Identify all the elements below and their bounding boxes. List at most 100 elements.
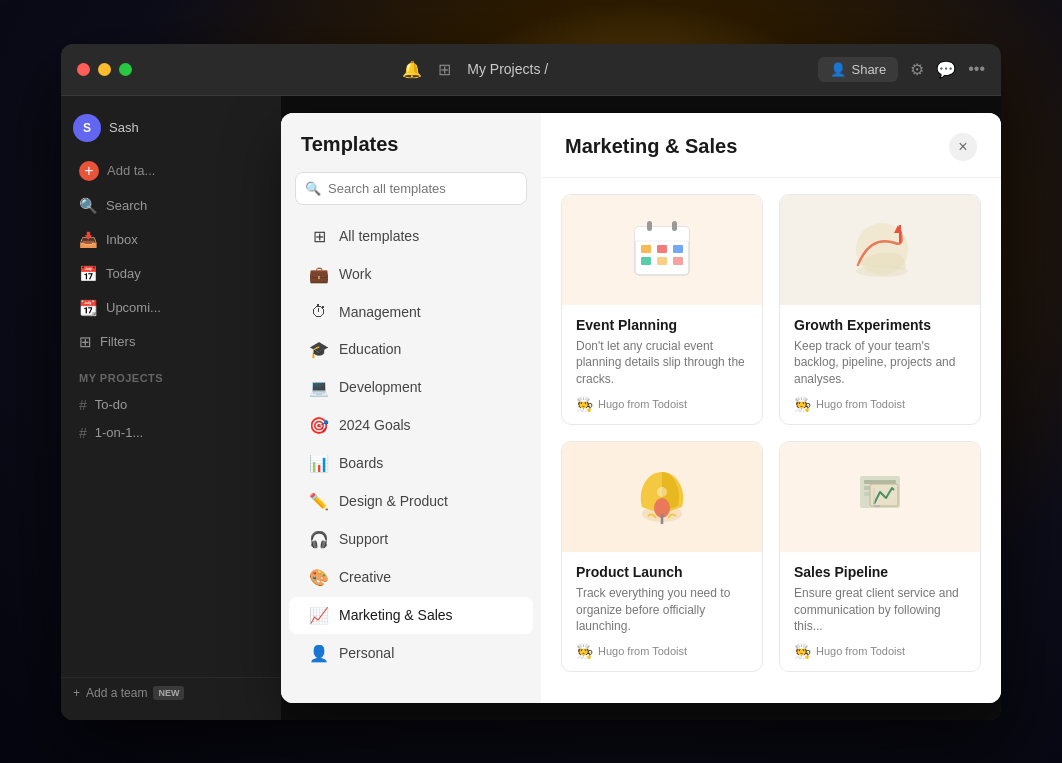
personal-icon: 👤: [309, 644, 329, 663]
card-author-product-launch: 🧑‍🍳 Hugo from Todoist: [576, 643, 748, 659]
app-content: S Sash + Add ta... 🔍 Search 📥 Inbox 📅: [61, 96, 1001, 720]
card-desc-growth-experiments: Keep track of your team's backlog, pipel…: [794, 338, 966, 388]
card-author-growth-experiments: 🧑‍🍳 Hugo from Todoist: [794, 396, 966, 412]
hash-icon: #: [79, 397, 87, 413]
main-content: Templates 🔍 ⊞ All templates: [281, 96, 1001, 720]
author-avatar-icon: 🧑‍🍳: [576, 396, 593, 412]
sidebar-item-search[interactable]: 🔍 Search: [67, 190, 275, 222]
modal-overlay: Templates 🔍 ⊞ All templates: [281, 96, 1001, 720]
add-team-button[interactable]: + Add a team NEW: [73, 686, 269, 700]
modal-header: Marketing & Sales ×: [541, 113, 1001, 178]
author-avatar-icon-2: 🧑‍🍳: [794, 396, 811, 412]
creative-icon: 🎨: [309, 568, 329, 587]
svg-rect-9: [673, 257, 683, 265]
project-item-one-on-one[interactable]: # 1-on-1...: [67, 420, 275, 446]
template-card-product-launch[interactable]: Product Launch Track everything you need…: [561, 441, 763, 672]
modal-right-panel: Marketing & Sales ×: [541, 113, 1001, 703]
search-box: 🔍: [295, 172, 527, 205]
template-card-sales-pipeline[interactable]: Sales Pipeline Ensure great client servi…: [779, 441, 981, 672]
close-traffic-light[interactable]: [77, 63, 90, 76]
close-button[interactable]: ×: [949, 133, 977, 161]
all-templates-icon: ⊞: [309, 227, 329, 246]
svg-rect-11: [672, 221, 677, 231]
card-author-event-planning: 🧑‍🍳 Hugo from Todoist: [576, 396, 748, 412]
card-desc-sales-pipeline: Ensure great client service and communic…: [794, 585, 966, 635]
sidebar-user: S Sash: [61, 108, 281, 148]
add-task-button[interactable]: + Add ta...: [67, 154, 275, 188]
filter-icon[interactable]: ⚙: [910, 60, 924, 79]
card-desc-product-launch: Track everything you need to organize be…: [576, 585, 748, 635]
templates-modal: Templates 🔍 ⊞ All templates: [281, 113, 1001, 703]
card-title-growth-experiments: Growth Experiments: [794, 317, 966, 333]
sidebar-item-education[interactable]: 🎓 Education: [289, 331, 533, 368]
svg-rect-8: [657, 257, 667, 265]
inbox-icon: 📥: [79, 231, 98, 249]
template-card-event-planning[interactable]: Event Planning Don't let any crucial eve…: [561, 194, 763, 425]
layout-icon[interactable]: ⊞: [438, 60, 451, 79]
card-image-sales-pipeline: [780, 442, 980, 552]
filters-icon: ⊞: [79, 333, 92, 351]
sidebar-item-all-templates[interactable]: ⊞ All templates: [289, 218, 533, 255]
sidebar-item-filters[interactable]: ⊞ Filters: [67, 326, 275, 358]
hash-icon-2: #: [79, 425, 87, 441]
card-body-event-planning: Event Planning Don't let any crucial eve…: [562, 305, 762, 424]
sidebar-item-today[interactable]: 📅 Today: [67, 258, 275, 290]
sidebar-item-development[interactable]: 💻 Development: [289, 369, 533, 406]
nav-list: ⊞ All templates 💼 Work ⏱ Management: [281, 217, 541, 683]
svg-rect-5: [657, 245, 667, 253]
card-title-product-launch: Product Launch: [576, 564, 748, 580]
mac-window: 🔔 ⊞ My Projects / 👤 Share ⚙ 💬 ••• S Sas: [61, 44, 1001, 720]
sidebar-item-boards[interactable]: 📊 Boards: [289, 445, 533, 482]
avatar: S: [73, 114, 101, 142]
sidebar-item-upcoming[interactable]: 📆 Upcomi...: [67, 292, 275, 324]
svg-rect-2: [635, 237, 689, 241]
maximize-traffic-light[interactable]: [119, 63, 132, 76]
minimize-traffic-light[interactable]: [98, 63, 111, 76]
development-icon: 💻: [309, 378, 329, 397]
sidebar-item-creative[interactable]: 🎨 Creative: [289, 559, 533, 596]
title-bar-right: 👤 Share ⚙ 💬 •••: [818, 57, 985, 82]
project-item-todo[interactable]: # To-do: [67, 392, 275, 418]
card-body-product-launch: Product Launch Track everything you need…: [562, 552, 762, 671]
svg-rect-7: [641, 257, 651, 265]
svg-rect-6: [673, 245, 683, 253]
share-button[interactable]: 👤 Share: [818, 57, 898, 82]
marketing-icon: 📈: [309, 606, 329, 625]
work-icon: 💼: [309, 265, 329, 284]
modal-title: Templates: [281, 133, 541, 172]
search-input[interactable]: [295, 172, 527, 205]
sidebar-username: Sash: [109, 120, 139, 135]
svg-rect-4: [641, 245, 651, 253]
card-author-sales-pipeline: 🧑‍🍳 Hugo from Todoist: [794, 643, 966, 659]
modal-left-panel: Templates 🔍 ⊞ All templates: [281, 113, 541, 703]
sidebar-item-design-product[interactable]: ✏️ Design & Product: [289, 483, 533, 520]
add-team-plus-icon: +: [73, 686, 80, 700]
sidebar-item-2024-goals[interactable]: 🎯 2024 Goals: [289, 407, 533, 444]
card-image-event-planning: [562, 195, 762, 305]
sidebar-item-marketing-sales[interactable]: 📈 Marketing & Sales: [289, 597, 533, 634]
window-title: My Projects /: [467, 61, 548, 77]
sidebar-item-work[interactable]: 💼 Work: [289, 256, 533, 293]
design-icon: ✏️: [309, 492, 329, 511]
sidebar-item-management[interactable]: ⏱ Management: [289, 294, 533, 330]
today-icon: 📅: [79, 265, 98, 283]
sidebar-item-personal[interactable]: 👤 Personal: [289, 635, 533, 672]
comment-icon[interactable]: 💬: [936, 60, 956, 79]
svg-point-19: [657, 487, 667, 497]
education-icon: 🎓: [309, 340, 329, 359]
author-avatar-icon-3: 🧑‍🍳: [576, 643, 593, 659]
close-icon: ×: [958, 138, 967, 156]
card-desc-event-planning: Don't let any crucial event planning det…: [576, 338, 748, 388]
more-icon[interactable]: •••: [968, 60, 985, 78]
sidebar-item-inbox[interactable]: 📥 Inbox: [67, 224, 275, 256]
title-bar: 🔔 ⊞ My Projects / 👤 Share ⚙ 💬 •••: [61, 44, 1001, 96]
template-card-growth-experiments[interactable]: Growth Experiments Keep track of your te…: [779, 194, 981, 425]
card-body-growth-experiments: Growth Experiments Keep track of your te…: [780, 305, 980, 424]
search-icon: 🔍: [79, 197, 98, 215]
desktop: 🔔 ⊞ My Projects / 👤 Share ⚙ 💬 ••• S Sas: [0, 0, 1062, 763]
sidebar-item-support[interactable]: 🎧 Support: [289, 521, 533, 558]
card-title-sales-pipeline: Sales Pipeline: [794, 564, 966, 580]
card-image-growth-experiments: [780, 195, 980, 305]
bell-icon[interactable]: 🔔: [402, 60, 422, 79]
modal-section-title: Marketing & Sales: [565, 135, 737, 158]
